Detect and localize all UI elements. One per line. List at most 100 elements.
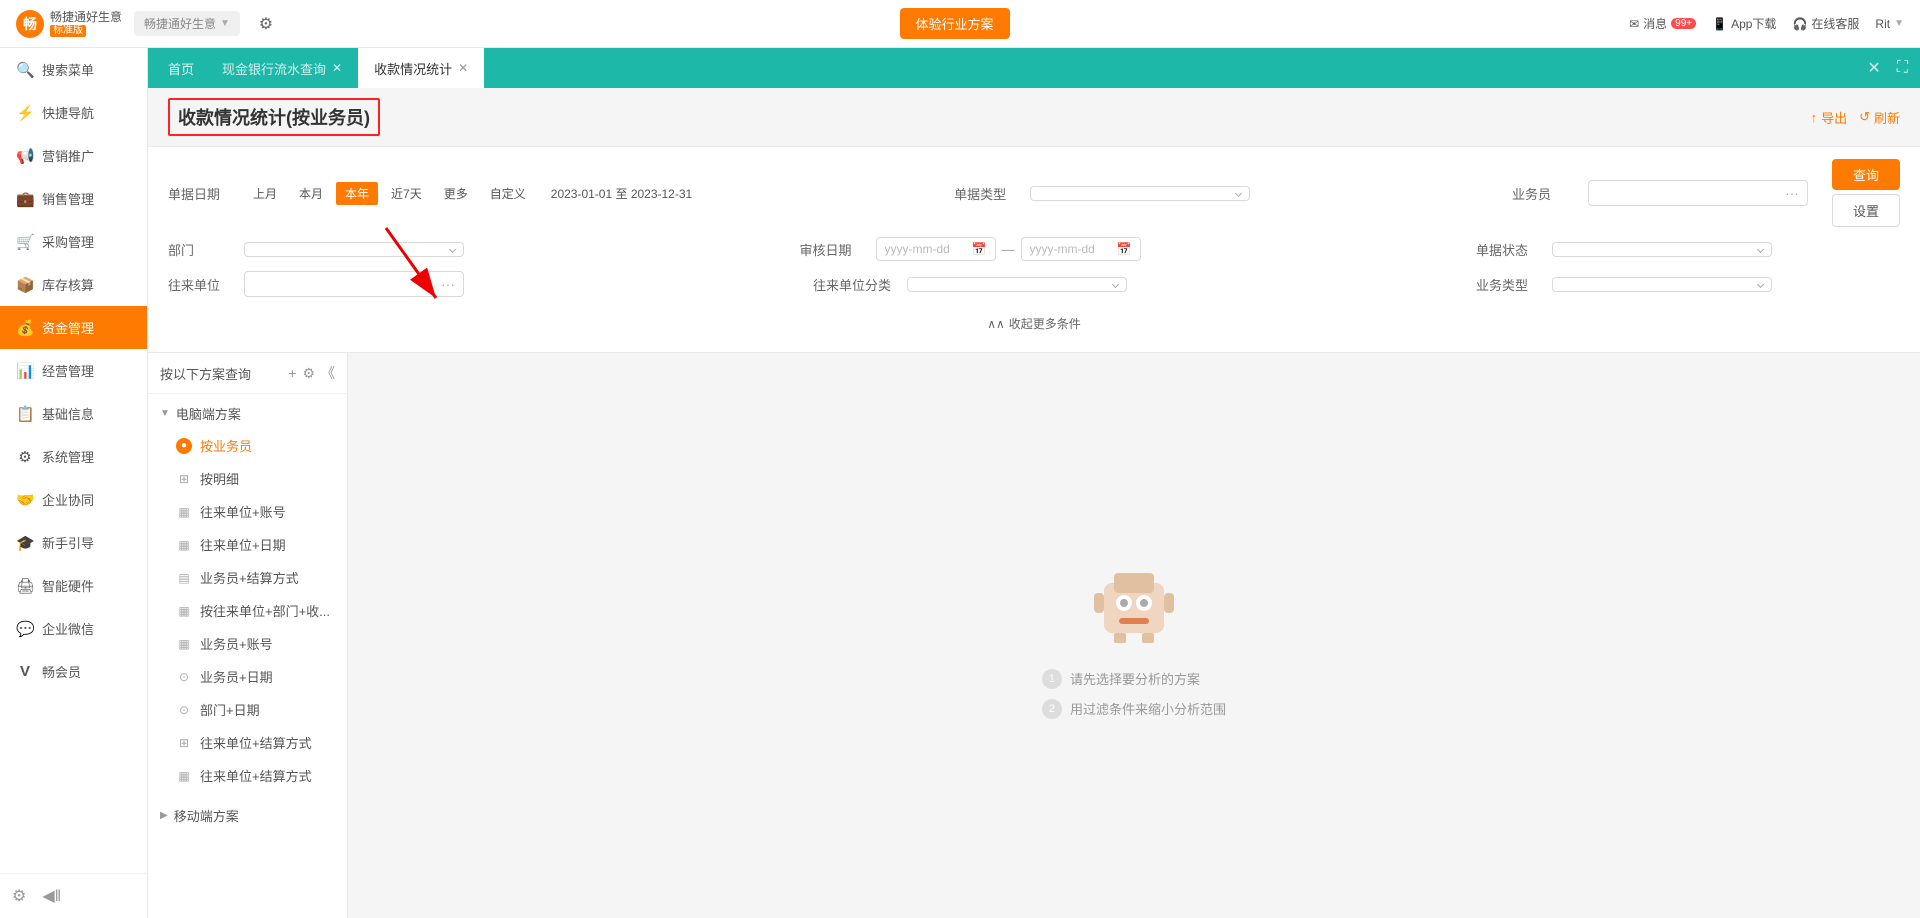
header-left: 畅 畅捷通好生意 标准版 畅捷通好生意 ▼ ⚙ bbox=[16, 10, 280, 38]
review-date-start[interactable]: yyyy-mm-dd 📅 bbox=[876, 237, 996, 261]
scheme-add-icon[interactable]: + bbox=[288, 365, 296, 381]
sidebar-item-finance[interactable]: 💰 资金管理 bbox=[0, 306, 147, 349]
collab-icon: 🤝 bbox=[16, 491, 34, 509]
scheme-item-partner-date[interactable]: ▦ 往来单位+日期 bbox=[148, 528, 347, 561]
scheme-item-partner-payment1[interactable]: ⊞ 往来单位+结算方式 bbox=[148, 726, 347, 759]
tab-home[interactable]: 首页 bbox=[156, 48, 206, 88]
sales-icon: 💼 bbox=[16, 190, 34, 208]
scheme-group-desktop-title[interactable]: ▼ 电脑端方案 bbox=[148, 398, 347, 429]
filter-row-partner: 往来单位 ··· 往来单位分类 bbox=[168, 271, 1900, 297]
dept-label: 部门 bbox=[168, 240, 228, 259]
sidebar-item-quick-nav[interactable]: ⚡ 快捷导航 bbox=[0, 91, 147, 134]
scheme-item-by-salesman[interactable]: ● 按业务员 bbox=[148, 429, 347, 462]
page-title-box: 收款情况统计(按业务员) bbox=[168, 98, 380, 136]
scheme-grid-icon: ⊞ bbox=[176, 471, 192, 487]
partner-dots: ··· bbox=[441, 276, 455, 292]
type-select[interactable] bbox=[1030, 186, 1250, 201]
scheme-collapse-icon[interactable]: 《 bbox=[321, 363, 335, 383]
sidebar-item-system[interactable]: ⚙ 系统管理 bbox=[0, 435, 147, 478]
sidebar-item-search[interactable]: 🔍 搜索菜单 bbox=[0, 48, 147, 91]
date-btn-custom[interactable]: 自定义 bbox=[481, 182, 535, 205]
scheme-clock-icon2: ⊙ bbox=[176, 702, 192, 718]
tab-expand-icon[interactable]: ⛶ bbox=[1893, 55, 1912, 81]
date-btn-7days[interactable]: 近7天 bbox=[382, 182, 431, 205]
tab-cash-bank[interactable]: 现金银行流水查询 ✕ bbox=[206, 48, 358, 88]
basic-info-icon: 📋 bbox=[16, 405, 34, 423]
sidebar-item-hardware[interactable]: 🖨 智能硬件 bbox=[0, 564, 147, 607]
empty-tip-2: 2 用过滤条件来缩小分析范围 bbox=[1042, 699, 1226, 719]
tip-number-2: 2 bbox=[1042, 699, 1062, 719]
scheme-item-partner-payment2[interactable]: ▦ 往来单位+结算方式 bbox=[148, 759, 347, 792]
scheme-item-salesman-payment[interactable]: ▤ 业务员+结算方式 bbox=[148, 561, 347, 594]
online-service-button[interactable]: 🎧 在线客服 bbox=[1792, 15, 1859, 32]
biz-type-chevron bbox=[1757, 280, 1764, 287]
sidebar-item-sales[interactable]: 💼 销售管理 bbox=[0, 177, 147, 220]
partner-category-select[interactable] bbox=[907, 277, 1127, 292]
empty-robot-icon bbox=[1084, 553, 1184, 653]
sidebar-item-marketing[interactable]: 📢 营销推广 bbox=[0, 134, 147, 177]
empty-tip-1: 1 请先选择要分析的方案 bbox=[1042, 669, 1226, 689]
filter-settings-button[interactable]: 设置 bbox=[1832, 194, 1900, 227]
data-area: 1 请先选择要分析的方案 2 用过滤条件来缩小分析范围 bbox=[348, 353, 1920, 918]
salesman-select[interactable]: ··· bbox=[1588, 180, 1808, 206]
biz-type-select[interactable] bbox=[1552, 277, 1772, 292]
scheme-item-detail[interactable]: ⊞ 按明细 bbox=[148, 462, 347, 495]
tab-collection-close[interactable]: ✕ bbox=[458, 61, 468, 75]
finance-icon: 💰 bbox=[16, 319, 34, 337]
message-button[interactable]: ✉ 消息 99+ bbox=[1629, 15, 1696, 32]
refresh-button[interactable]: ↺ 刷新 bbox=[1859, 108, 1900, 127]
sidebar-item-operations[interactable]: 📊 经营管理 bbox=[0, 349, 147, 392]
search-icon: 🔍 bbox=[16, 61, 34, 79]
collapse-button[interactable]: ∧∧ 收起更多条件 bbox=[979, 307, 1089, 340]
sidebar-settings-icon[interactable]: ⚙ bbox=[8, 882, 30, 910]
nav-dropdown[interactable]: 畅捷通好生意 ▼ bbox=[134, 11, 240, 36]
scheme-settings-icon[interactable]: ⚙ bbox=[302, 365, 315, 382]
calendar-icon2: 📅 bbox=[1117, 242, 1132, 256]
partner-select[interactable]: ··· bbox=[244, 271, 464, 297]
salesman-label: 业务员 bbox=[1512, 184, 1572, 203]
date-btn-last-month[interactable]: 上月 bbox=[244, 182, 286, 205]
newbie-icon: 🎓 bbox=[16, 534, 34, 552]
scheme-panel-header: 按以下方案查询 + ⚙ 《 bbox=[148, 353, 347, 394]
export-button[interactable]: ↑ 导出 bbox=[1811, 108, 1848, 127]
date-btn-this-month[interactable]: 本月 bbox=[290, 182, 332, 205]
scheme-item-partner-account[interactable]: ▦ 往来单位+账号 bbox=[148, 495, 347, 528]
trial-button[interactable]: 体验行业方案 bbox=[900, 8, 1010, 39]
scheme-dot-icon: ● bbox=[176, 438, 192, 454]
type-label: 单据类型 bbox=[954, 184, 1014, 203]
review-date-end[interactable]: yyyy-mm-dd 📅 bbox=[1021, 237, 1141, 261]
review-date-label: 审核日期 bbox=[800, 240, 860, 259]
tab-close-all-icon[interactable]: ✕ bbox=[1863, 54, 1884, 82]
sidebar-collapse-icon[interactable]: ◀‖ bbox=[38, 882, 65, 910]
scheme-group-mobile-title[interactable]: ▶ 移动端方案 bbox=[148, 800, 347, 831]
app-download-button[interactable]: 📱 App下载 bbox=[1712, 15, 1776, 32]
tab-collection-stats[interactable]: 收款情况统计 ✕ bbox=[358, 48, 484, 88]
scheme-item-partner-dept[interactable]: ▦ 按往来单位+部门+收... bbox=[148, 594, 347, 627]
sidebar-item-inventory[interactable]: 📦 库存核算 bbox=[0, 263, 147, 306]
dept-select[interactable] bbox=[244, 242, 464, 257]
message-badge: 99+ bbox=[1671, 18, 1696, 29]
sidebar-item-newbie[interactable]: 🎓 新手引导 bbox=[0, 521, 147, 564]
settings-icon[interactable]: ⚙ bbox=[252, 10, 280, 38]
group-arrow-right: ▶ bbox=[160, 810, 168, 821]
query-button[interactable]: 查询 bbox=[1832, 159, 1900, 190]
partner-category-chevron bbox=[1112, 280, 1119, 287]
sidebar-item-corp-collab[interactable]: 🤝 企业协同 bbox=[0, 478, 147, 521]
date-btn-this-year[interactable]: 本年 bbox=[336, 182, 378, 205]
sidebar-item-basic-info[interactable]: 📋 基础信息 bbox=[0, 392, 147, 435]
marketing-icon: 📢 bbox=[16, 147, 34, 165]
doc-status-select[interactable] bbox=[1552, 242, 1772, 257]
scheme-item-salesman-account[interactable]: ▦ 业务员+账号 bbox=[148, 627, 347, 660]
scheme-item-salesman-date[interactable]: ⊙ 业务员+日期 bbox=[148, 660, 347, 693]
scheme-item-dept-date[interactable]: ⊙ 部门+日期 bbox=[148, 693, 347, 726]
date-btn-more[interactable]: 更多 bbox=[435, 182, 477, 205]
headset-icon: 🎧 bbox=[1792, 17, 1807, 31]
tab-cash-bank-close[interactable]: ✕ bbox=[332, 61, 342, 75]
sidebar-item-weixin[interactable]: 💬 企业微信 bbox=[0, 607, 147, 650]
sidebar-item-purchase[interactable]: 🛒 采购管理 bbox=[0, 220, 147, 263]
user-button[interactable]: Rit ▼ bbox=[1875, 17, 1904, 31]
scheme-table-icon1: ▦ bbox=[176, 504, 192, 520]
sidebar-item-member[interactable]: V 畅会员 bbox=[0, 650, 147, 693]
doc-status-chevron bbox=[1757, 245, 1764, 252]
salesman-input-group: ··· bbox=[1588, 180, 1808, 206]
